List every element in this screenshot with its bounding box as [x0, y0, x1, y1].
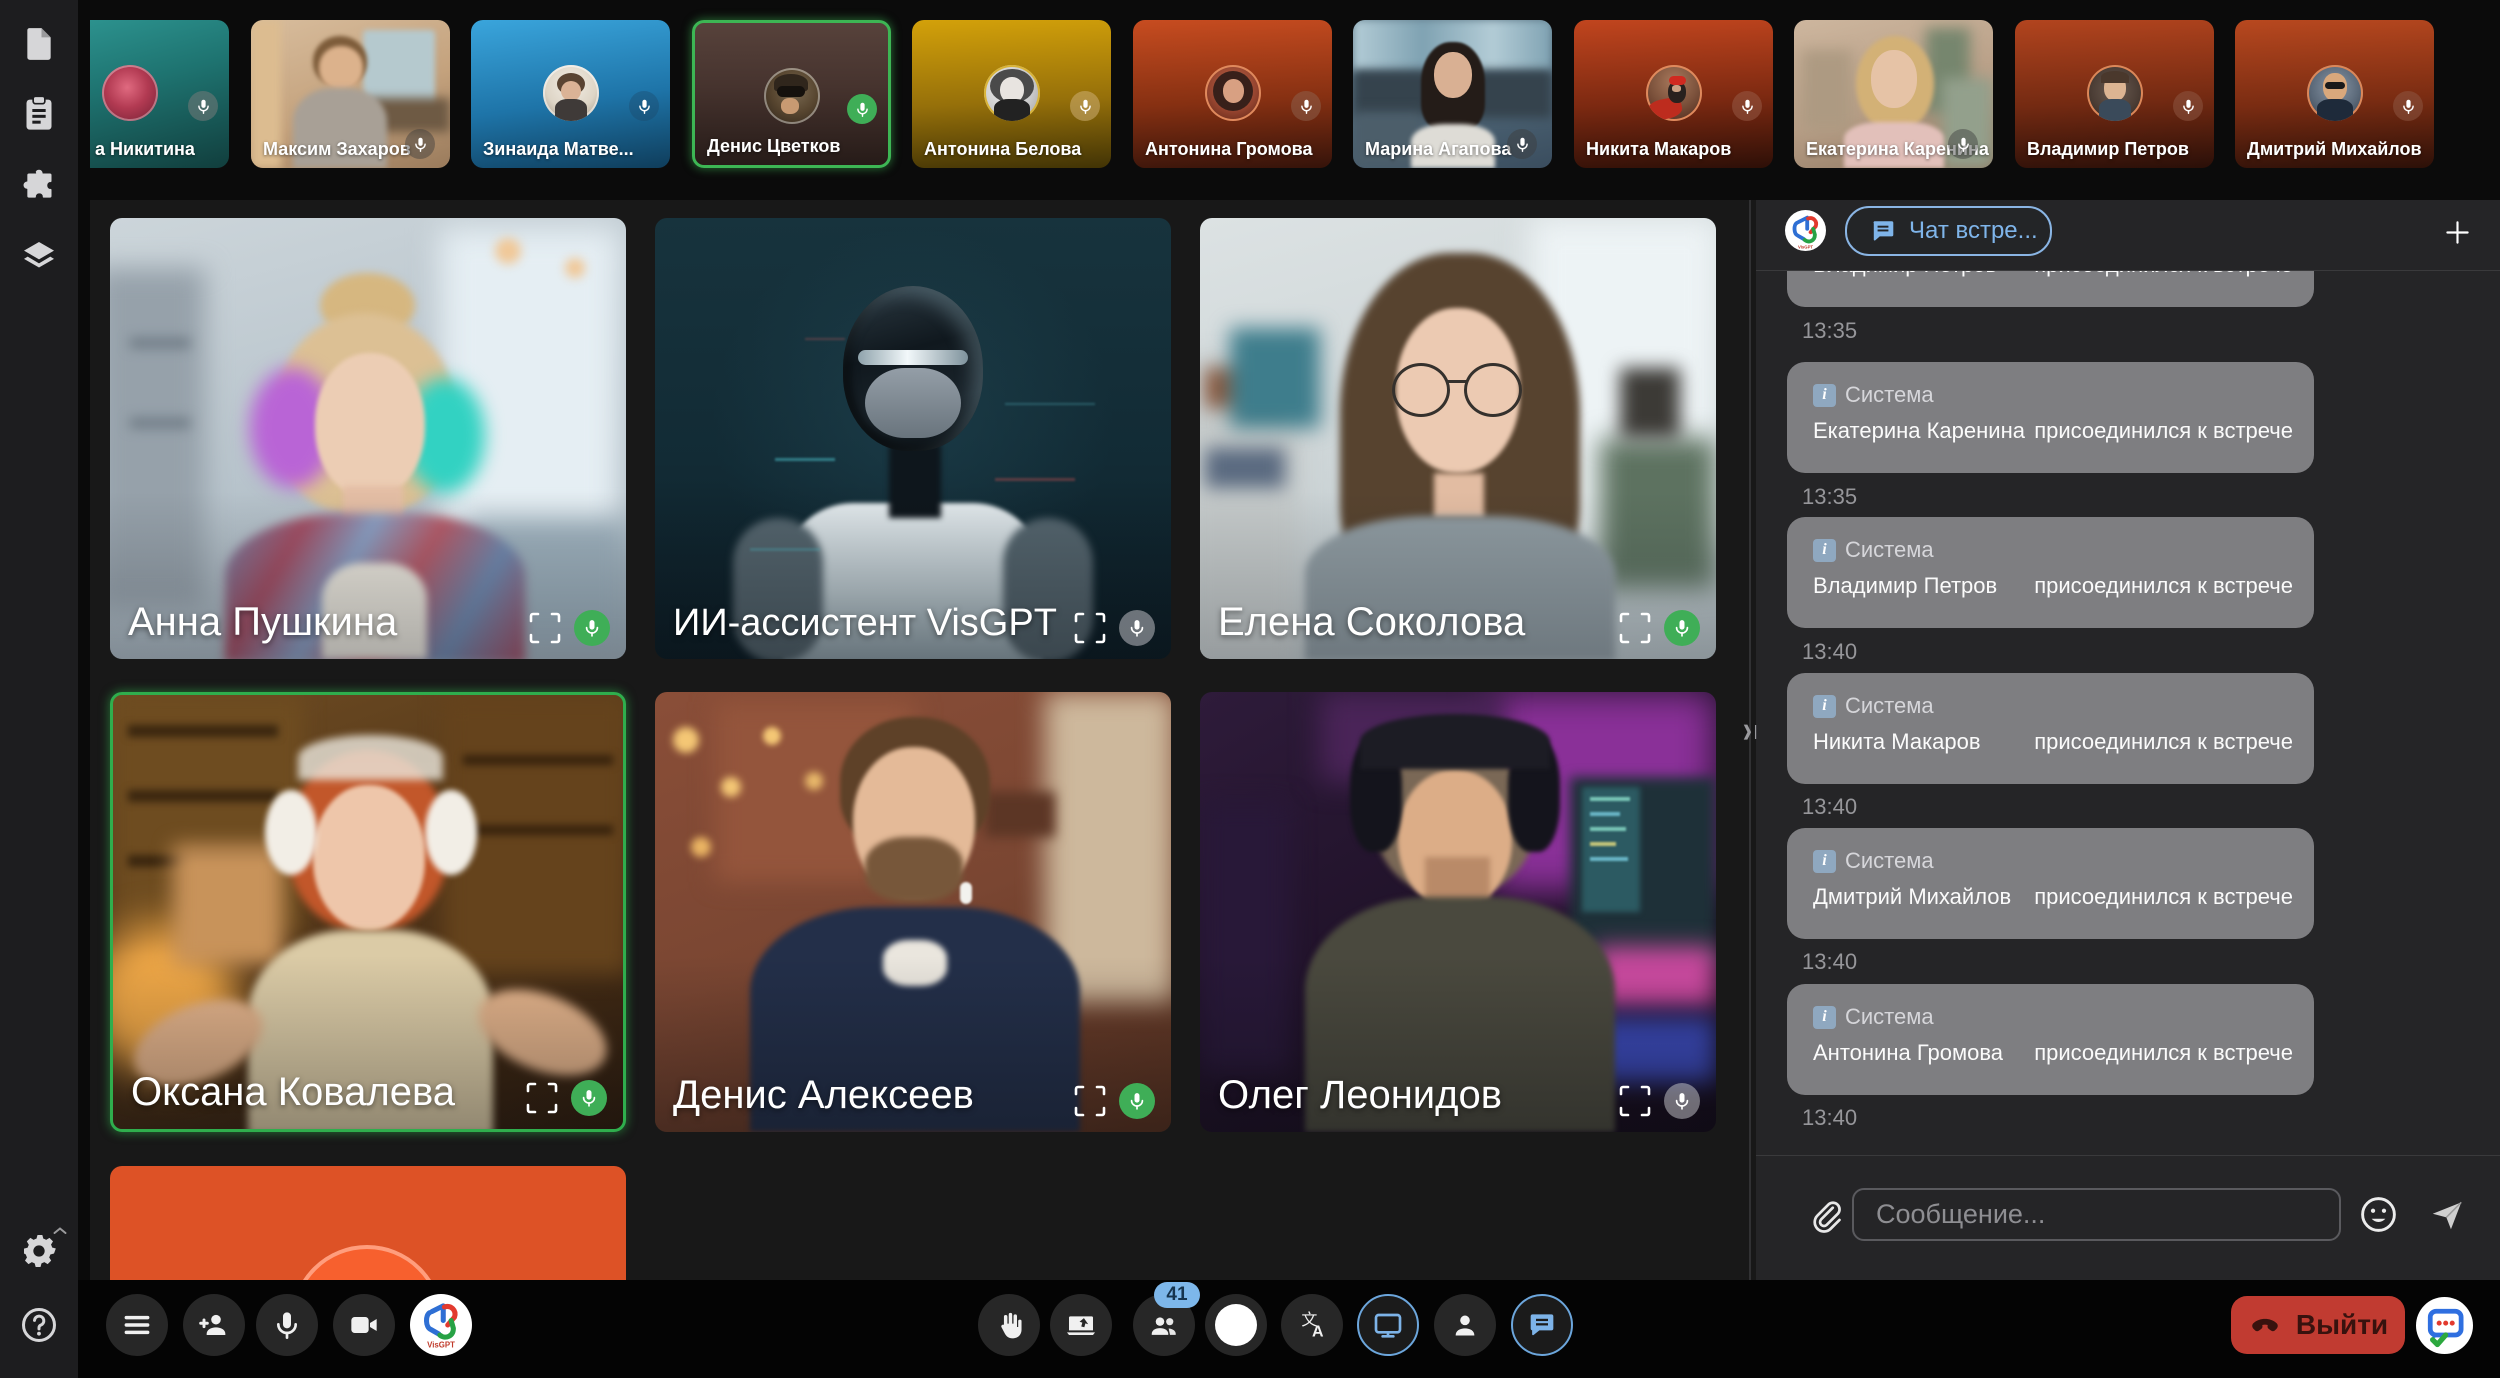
- svg-text:A: A: [1312, 1323, 1324, 1340]
- svg-text:VisGPT: VisGPT: [427, 1341, 455, 1350]
- svg-text:VisGPT: VisGPT: [1798, 244, 1813, 249]
